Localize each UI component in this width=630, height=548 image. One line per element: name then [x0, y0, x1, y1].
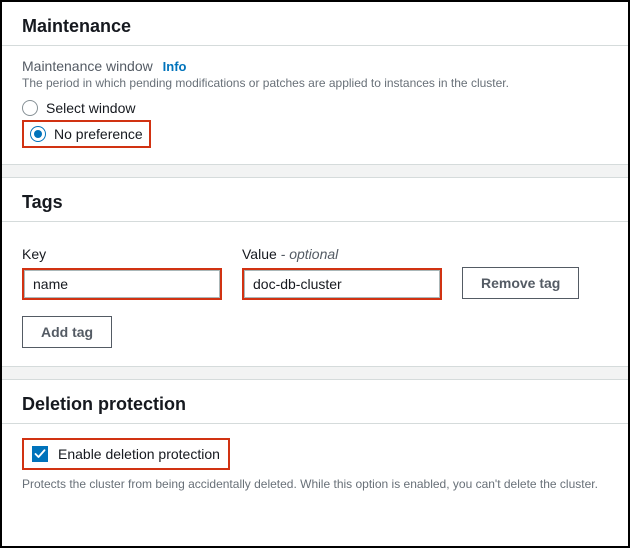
radio-icon	[30, 126, 46, 142]
highlight-tag-value	[242, 268, 442, 300]
tag-key-col: Key	[22, 246, 222, 300]
maintenance-window-label-text: Maintenance window	[22, 58, 153, 74]
deletion-desc: Protects the cluster from being accident…	[22, 476, 608, 493]
section-gap	[2, 164, 628, 178]
enable-deletion-protection-label: Enable deletion protection	[58, 446, 220, 462]
highlight-deletion-checkbox: Enable deletion protection	[22, 438, 230, 470]
add-tag-row: Add tag	[22, 316, 608, 348]
enable-deletion-protection-checkbox[interactable]: Enable deletion protection	[32, 446, 220, 462]
info-link[interactable]: Info	[163, 59, 187, 74]
remove-tag-button[interactable]: Remove tag	[462, 267, 579, 299]
tags-title: Tags	[22, 192, 608, 213]
deletion-section: Deletion protection Enable deletion prot…	[2, 380, 628, 511]
add-tag-button[interactable]: Add tag	[22, 316, 112, 348]
deletion-title: Deletion protection	[22, 394, 608, 415]
radio-no-preference-label: No preference	[54, 126, 143, 142]
radio-no-preference[interactable]: No preference	[30, 126, 143, 142]
maintenance-window-desc: The period in which pending modification…	[22, 76, 608, 90]
highlight-tag-key	[22, 268, 222, 300]
tag-value-label: Value - optional	[242, 246, 442, 262]
tag-row: Key Value - optional Remove tag	[22, 246, 608, 300]
tag-value-col: Value - optional	[242, 246, 442, 300]
maintenance-section: Maintenance Maintenance window Info The …	[2, 2, 628, 164]
radio-select-window-label: Select window	[46, 100, 136, 116]
highlight-no-preference: No preference	[22, 120, 151, 148]
maintenance-title: Maintenance	[22, 16, 608, 37]
maintenance-window-label: Maintenance window Info	[22, 58, 608, 74]
tag-remove-col: Remove tag	[462, 267, 579, 300]
radio-select-window[interactable]: Select window	[22, 100, 608, 116]
tag-key-input[interactable]	[24, 270, 220, 298]
tag-key-label: Key	[22, 246, 222, 262]
tag-value-input[interactable]	[244, 270, 440, 298]
radio-icon	[22, 100, 38, 116]
section-gap	[2, 366, 628, 380]
tag-value-label-text: Value	[242, 246, 277, 262]
checkbox-checked-icon	[32, 446, 48, 462]
tag-value-optional: - optional	[281, 246, 339, 262]
tags-section: Tags Key Value - optional Remove tag	[2, 178, 628, 366]
